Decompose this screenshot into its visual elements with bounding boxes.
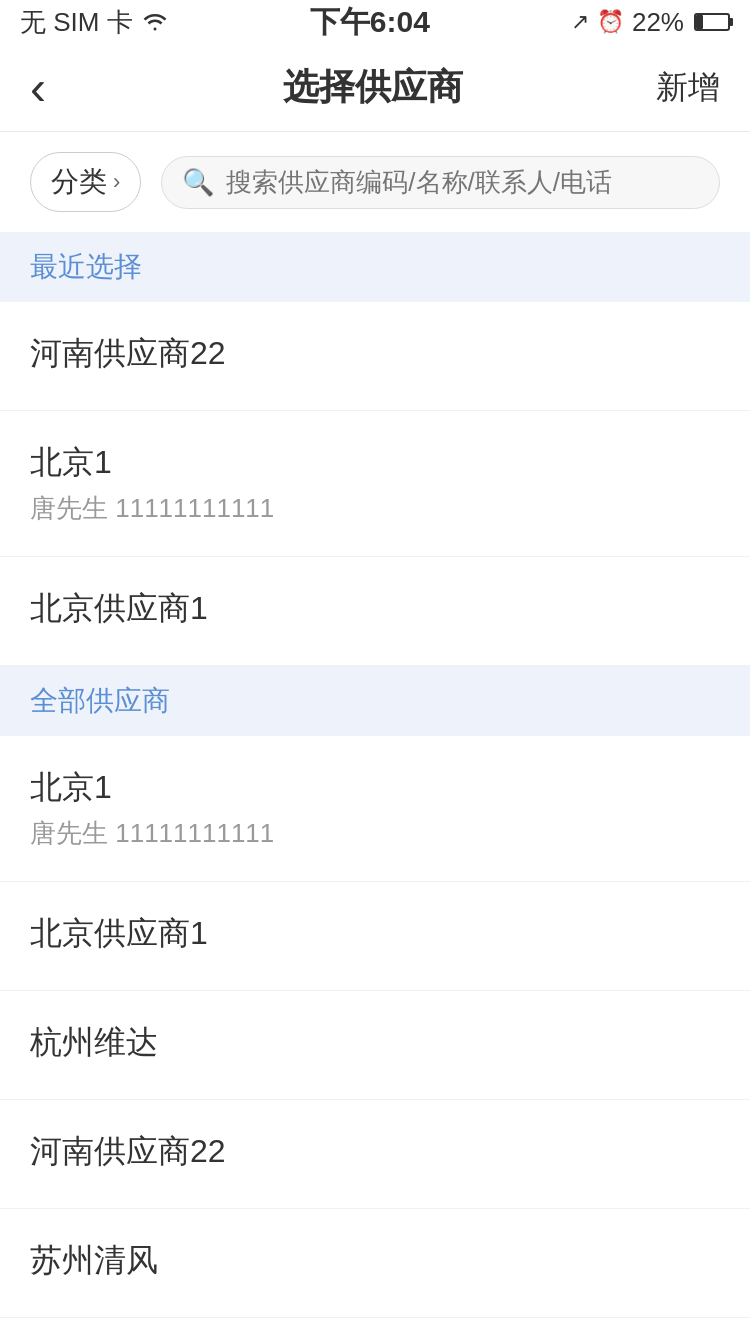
list-item[interactable]: 苏州清风 [0, 1209, 750, 1318]
status-right: ↗ ⏰ 22% [571, 7, 730, 38]
category-filter-button[interactable]: 分类 › [30, 152, 141, 212]
add-button[interactable]: 新增 [656, 66, 720, 110]
list-item[interactable]: 河南供应商22 [0, 1100, 750, 1209]
list-item[interactable]: 北京供应商1 [0, 882, 750, 991]
item-detail: 唐先生 11111111111 [30, 816, 720, 851]
battery-text: 22% [632, 7, 684, 38]
status-time: 下午6:04 [310, 2, 430, 43]
all-section-label: 全部供应商 [30, 685, 170, 716]
item-name: 北京1 [30, 441, 720, 485]
item-name: 苏州清风 [30, 1239, 720, 1283]
status-bar: 无 SIM 卡 下午6:04 ↗ ⏰ 22% [0, 0, 750, 44]
category-label: 分类 [51, 163, 107, 201]
category-arrow-icon: › [113, 169, 120, 195]
page-title: 选择供应商 [283, 63, 463, 112]
all-list: 北京1 唐先生 11111111111 北京供应商1 杭州维达河南供应商22 苏州清风 [0, 736, 750, 1318]
all-section-header: 全部供应商 [0, 666, 750, 736]
item-name: 河南供应商22 [30, 1130, 720, 1174]
list-item[interactable]: 北京供应商1 [0, 557, 750, 666]
battery-icon [694, 13, 730, 31]
item-name: 北京1 [30, 766, 720, 810]
wifi-icon [141, 7, 169, 38]
search-input[interactable] [226, 167, 699, 198]
list-item[interactable]: 河南供应商22 [0, 302, 750, 411]
nav-bar: ‹ 选择供应商 新增 [0, 44, 750, 132]
item-name: 北京供应商1 [30, 587, 720, 631]
item-name: 北京供应商1 [30, 912, 720, 956]
item-detail: 唐先生 11111111111 [30, 491, 720, 526]
status-left: 无 SIM 卡 [20, 5, 169, 40]
no-sim-text: 无 SIM 卡 [20, 5, 133, 40]
item-name: 河南供应商22 [30, 332, 720, 376]
filter-bar: 分类 › 🔍 [0, 132, 750, 232]
recent-section-label: 最近选择 [30, 251, 142, 282]
location-icon: ↗ [571, 9, 589, 35]
alarm-icon: ⏰ [597, 9, 624, 35]
back-button[interactable]: ‹ [30, 60, 90, 115]
search-icon: 🔍 [182, 167, 214, 198]
list-item[interactable]: 杭州维达 [0, 991, 750, 1100]
recent-list: 河南供应商22 北京1 唐先生 11111111111 北京供应商1 [0, 302, 750, 666]
list-item[interactable]: 北京1 唐先生 11111111111 [0, 411, 750, 557]
item-name: 杭州维达 [30, 1021, 720, 1065]
recent-section-header: 最近选择 [0, 232, 750, 302]
list-item[interactable]: 北京1 唐先生 11111111111 [0, 736, 750, 882]
search-box: 🔍 [161, 156, 720, 209]
